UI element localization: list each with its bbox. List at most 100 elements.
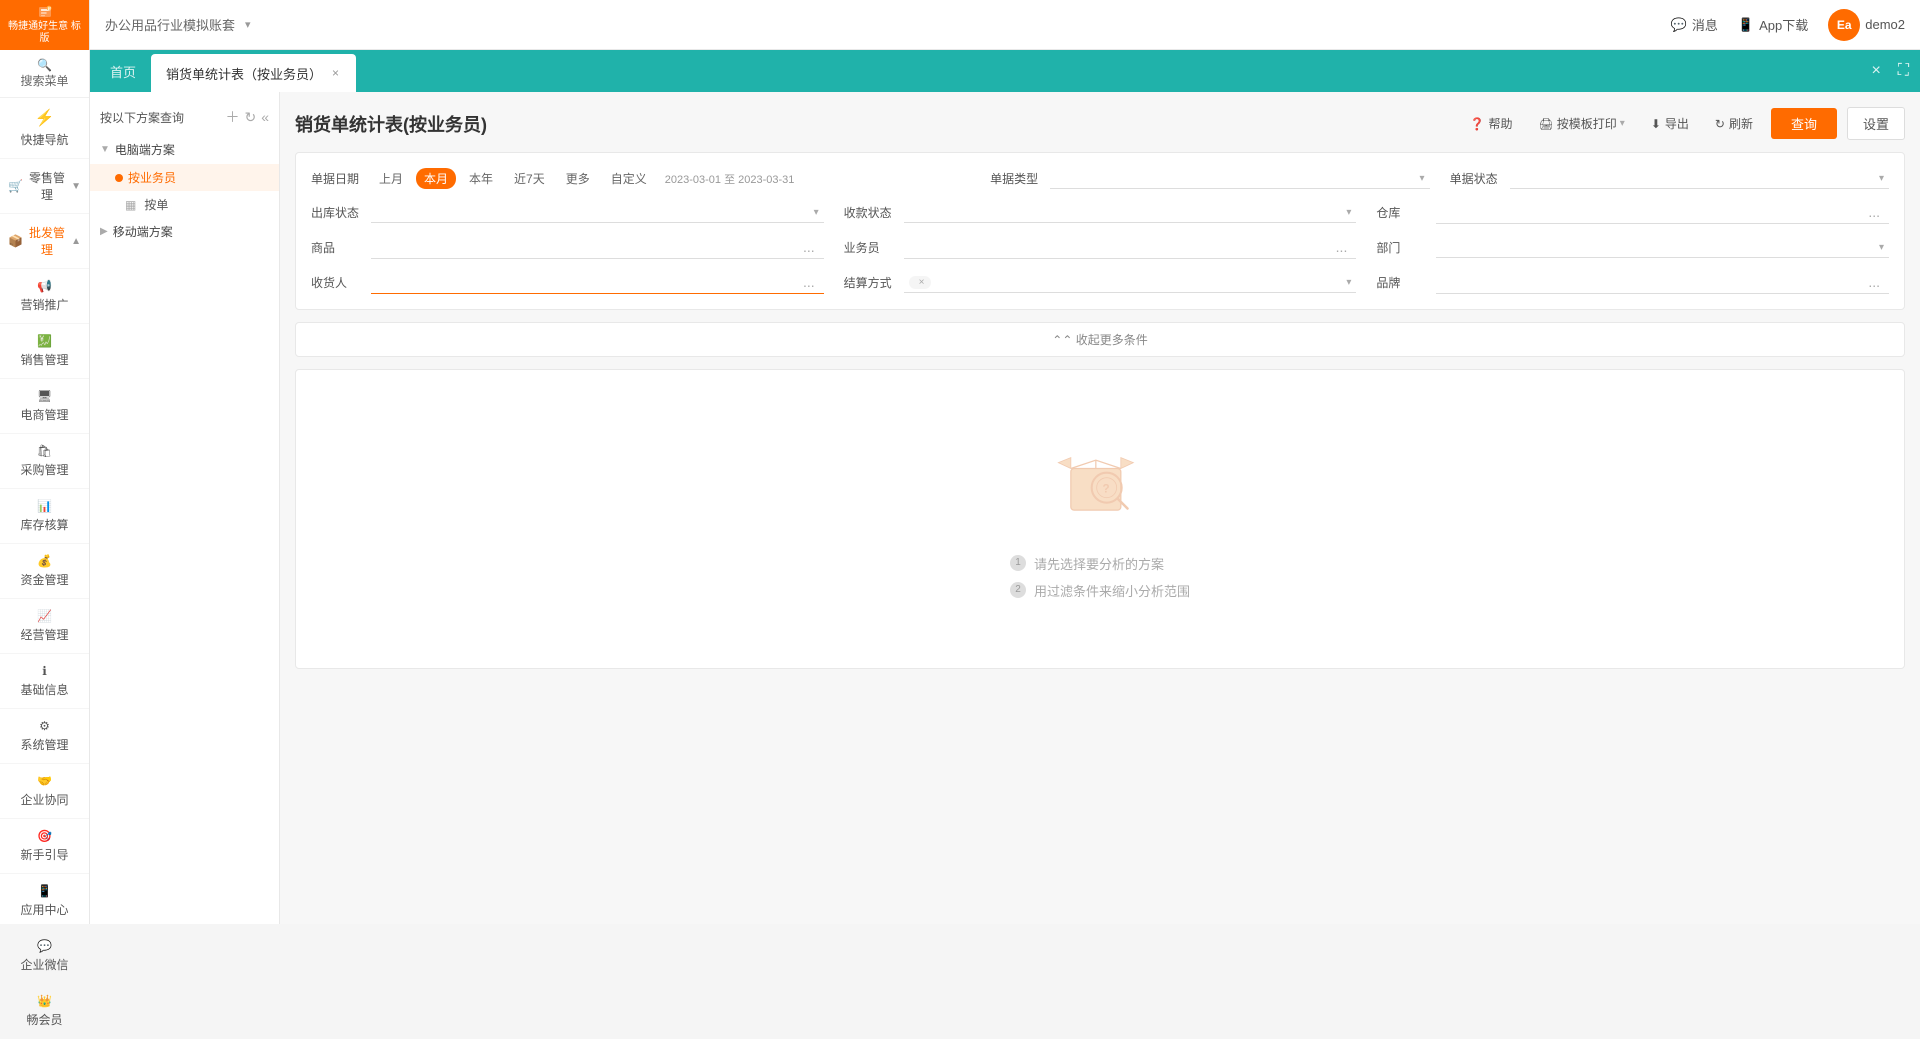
salesman-dots-icon[interactable]: ...	[1332, 239, 1352, 255]
date-tab-custom[interactable]: 自定义	[603, 168, 655, 189]
message-icon: 💬	[1671, 17, 1687, 33]
sidebar-item-retail[interactable]: 🛒 零售管理 ▼	[0, 159, 89, 214]
date-tab-7days[interactable]: 近7天	[506, 168, 553, 189]
sidebar-item-wholesale[interactable]: 📦 批发管理 ▲	[0, 214, 89, 269]
avatar-initials: Ea	[1837, 18, 1852, 32]
sidebar-item-inventory[interactable]: 📊 库存核算	[0, 489, 89, 544]
sidebar-item-enterprise[interactable]: 🤝 企业协同	[0, 764, 89, 819]
receipt-status-arrow-icon: ▾	[1346, 207, 1351, 218]
date-tab-more[interactable]: 更多	[558, 168, 598, 189]
settlement-clear-btn[interactable]: ×	[919, 277, 925, 288]
empty-tips: 1 请先选择要分析的方案 2 用过滤条件来缩小分析范围	[1010, 554, 1190, 608]
consignee-input[interactable]	[376, 275, 799, 289]
sidebar-item-quick-nav[interactable]: ⚡ 快捷导航	[0, 98, 89, 159]
filter-dept-item: 部门 ▾	[1376, 238, 1889, 258]
consignee-dots-icon[interactable]: ...	[799, 274, 819, 290]
sidebar-wechat-label: 企业微信	[20, 956, 68, 973]
sidebar-wholesale-label: 批发管理	[26, 224, 68, 258]
header-right: 💬 消息 📱 App下载 Ea demo2	[1671, 9, 1905, 41]
filter-brand-item: 品牌 ...	[1376, 271, 1889, 294]
sidebar-item-finance[interactable]: 💰 资金管理	[0, 544, 89, 599]
breadcrumb-text: 办公用品行业模拟账套	[105, 15, 235, 34]
filter-receipt-status-item: 收款状态 ▾	[844, 203, 1357, 223]
warehouse-label: 仓库	[1376, 204, 1436, 221]
operation-icon: 📈	[37, 609, 52, 623]
sidebar-purchase-label: 采购管理	[20, 461, 68, 478]
brand-input[interactable]	[1441, 275, 1864, 289]
sidebar-item-operation[interactable]: 📈 经营管理	[0, 599, 89, 654]
tree-by-order[interactable]: ▦ 按单	[90, 191, 279, 218]
template-print-btn[interactable]: 🖨 按模板打印 ▾	[1531, 111, 1633, 136]
collapse-bar[interactable]: ⌃⌃ 收起更多条件	[295, 322, 1905, 357]
tab-minimize-btn[interactable]: ×	[1865, 58, 1886, 84]
query-btn[interactable]: 查询	[1771, 108, 1837, 139]
sidebar-search-label: 搜索菜单	[0, 72, 89, 89]
doc-type-select[interactable]: ▾	[1050, 169, 1429, 189]
export-btn[interactable]: ⬇ 导出	[1643, 111, 1697, 136]
sidebar-retail-label: 零售管理	[26, 169, 68, 203]
tab-close-icon[interactable]: ×	[330, 64, 341, 82]
date-tab-this-year[interactable]: 本年	[461, 168, 501, 189]
warehouse-input[interactable]	[1441, 205, 1864, 219]
brand-dots-icon[interactable]: ...	[1864, 274, 1884, 290]
collapse-panel-btn[interactable]: «	[261, 109, 269, 125]
sidebar-newbie-label: 新手引导	[20, 846, 68, 863]
date-tab-this-month[interactable]: 本月	[416, 168, 456, 189]
tab-maximize-btn[interactable]: ⛶	[1892, 58, 1915, 84]
app-logo-text: 畅捷通好生意 标版	[5, 21, 84, 45]
app-download-btn[interactable]: 📱 App下载	[1738, 15, 1808, 34]
sidebar-item-app-center[interactable]: 📱 应用中心	[0, 874, 89, 929]
dept-select[interactable]: ▾	[1436, 238, 1889, 258]
app-download-icon: 📱	[1738, 17, 1754, 33]
sidebar-basic-info-label: 基础信息	[20, 681, 68, 698]
settings-btn[interactable]: 设置	[1847, 107, 1905, 140]
sidebar-item-purchase[interactable]: 🛍 采购管理	[0, 434, 89, 489]
marketing-icon: 📢	[37, 279, 52, 293]
enterprise-icon: 🤝	[37, 774, 52, 788]
doc-status-select[interactable]: ▾	[1510, 169, 1889, 189]
sidebar-item-newbie[interactable]: 🎯 新手引导	[0, 819, 89, 874]
tab-home[interactable]: 首页	[95, 50, 151, 92]
sidebar-member-label: 畅会员	[26, 1011, 62, 1028]
retail-arrow-icon: ▼	[71, 181, 81, 192]
salesman-input[interactable]	[909, 240, 1332, 254]
sidebar-item-member[interactable]: 👑 畅会员	[0, 984, 89, 1039]
left-panel-header: 按以下方案查询 ＋ ↻ «	[90, 102, 279, 135]
refresh-btn[interactable]: ↻ 刷新	[1707, 111, 1761, 136]
user-profile[interactable]: Ea demo2	[1828, 9, 1905, 41]
date-tab-last-month[interactable]: 上月	[371, 168, 411, 189]
tree-pc-section[interactable]: ▼ 电脑端方案	[90, 135, 279, 164]
warehouse-dots-icon[interactable]: ...	[1864, 204, 1884, 220]
out-status-select[interactable]: ▾	[371, 203, 824, 223]
tree-by-salesman[interactable]: 按业务员	[90, 164, 279, 191]
tab-actions: × ⛶	[1865, 58, 1915, 84]
receipt-status-select[interactable]: ▾	[904, 203, 1357, 223]
print-icon: 🖨	[1539, 117, 1554, 131]
left-panel-title: 按以下方案查询	[100, 109, 184, 126]
sidebar-item-sales[interactable]: 💹 销售管理	[0, 324, 89, 379]
sidebar-item-wechat[interactable]: 💬 企业微信	[0, 929, 89, 984]
member-icon: 👑	[37, 994, 52, 1008]
goods-input[interactable]	[376, 240, 799, 254]
sidebar-item-ecommerce[interactable]: 🖥 电商管理	[0, 379, 89, 434]
sidebar-item-basic-info[interactable]: ℹ 基础信息	[0, 654, 89, 709]
date-range-text: 2023-03-01 至 2023-03-31	[665, 171, 795, 187]
brand-label: 品牌	[1376, 274, 1436, 291]
goods-dots-icon[interactable]: ...	[799, 239, 819, 255]
sidebar-item-system[interactable]: ⚙ 系统管理	[0, 709, 89, 764]
basic-info-icon: ℹ	[42, 664, 47, 678]
message-btn[interactable]: 💬 消息	[1671, 15, 1718, 34]
tree-mobile-section[interactable]: ▶ 移动端方案	[90, 218, 279, 245]
ecommerce-icon: 🖥	[37, 389, 52, 403]
help-btn[interactable]: ❓ 帮助	[1462, 111, 1521, 136]
sidebar-search[interactable]: 🔍 搜索菜单	[0, 50, 89, 98]
sidebar-item-marketing[interactable]: 📢 营销推广	[0, 269, 89, 324]
tab-sales-stat[interactable]: 销货单统计表（按业务员） ×	[151, 54, 356, 92]
breadcrumb-dropdown-icon[interactable]: ▾	[245, 18, 251, 31]
add-scheme-btn[interactable]: ＋	[225, 107, 239, 127]
refresh-scheme-btn[interactable]: ↻	[244, 109, 256, 126]
wholesale-arrow-icon: ▲	[71, 236, 81, 247]
filter-row-1: 单据日期 上月 本月 本年 近7天 更多 自定义 2023-03-01 至 20…	[311, 168, 1889, 189]
settlement-label: 结算方式	[844, 274, 904, 291]
filter-form: 单据日期 上月 本月 本年 近7天 更多 自定义 2023-03-01 至 20…	[295, 152, 1905, 310]
